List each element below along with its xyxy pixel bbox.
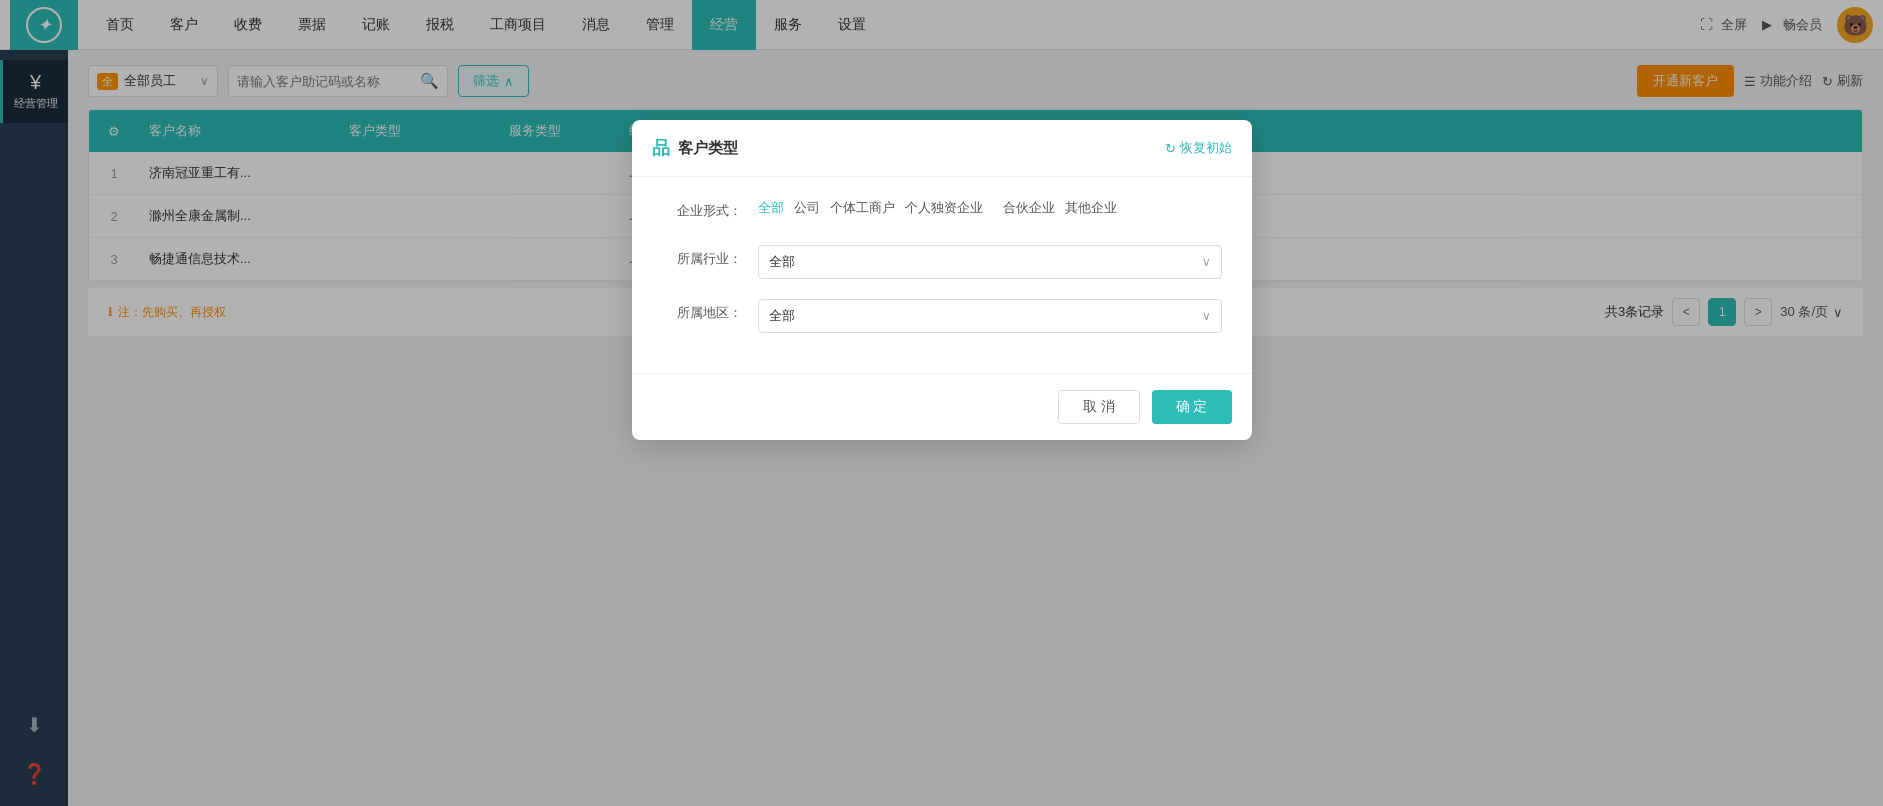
modal-title: 品 客户类型 (652, 136, 738, 160)
enterprise-tag-individual[interactable]: 个体工商户 (830, 197, 895, 219)
cancel-button[interactable]: 取 消 (1058, 390, 1140, 424)
filter-modal: 品 客户类型 ↻ 恢复初始 企业形式： 全部 公司 个体工商户 个人独资企业 (632, 120, 1252, 440)
modal-reset-button[interactable]: ↻ 恢复初始 (1165, 139, 1232, 157)
reset-label: 恢复初始 (1180, 139, 1232, 157)
region-select-arrow: ∨ (1202, 309, 1211, 323)
modal-header: 品 客户类型 ↻ 恢复初始 (632, 120, 1252, 177)
enterprise-tag-group: 全部 公司 个体工商户 个人独资企业 合伙企业 其他企业 (758, 197, 1222, 219)
enterprise-tag-company[interactable]: 公司 (794, 197, 820, 219)
enterprise-form-row: 企业形式： 全部 公司 个体工商户 个人独资企业 合伙企业 其他企业 (662, 197, 1222, 225)
modal-body: 企业形式： 全部 公司 个体工商户 个人独资企业 合伙企业 其他企业 所属行业： (632, 177, 1252, 373)
enterprise-tag-all[interactable]: 全部 (758, 197, 784, 219)
industry-select[interactable]: 全部 ∨ (758, 245, 1222, 279)
enterprise-tag-sole[interactable]: 个人独资企业 (905, 197, 983, 219)
industry-form-value: 全部 ∨ (758, 245, 1222, 279)
enterprise-tag-other[interactable]: 其他企业 (1065, 197, 1117, 219)
region-form-value: 全部 ∨ (758, 299, 1222, 333)
enterprise-form-label: 企业形式： (662, 197, 742, 225)
confirm-button[interactable]: 确 定 (1152, 390, 1232, 424)
industry-form-label: 所属行业： (662, 245, 742, 273)
industry-form-row: 所属行业： 全部 ∨ (662, 245, 1222, 279)
region-select[interactable]: 全部 ∨ (758, 299, 1222, 333)
enterprise-form-value: 全部 公司 个体工商户 个人独资企业 合伙企业 其他企业 (758, 197, 1222, 219)
modal-title-text: 客户类型 (678, 139, 738, 158)
industry-select-value: 全部 (769, 253, 795, 271)
region-form-row: 所属地区： 全部 ∨ (662, 299, 1222, 333)
modal-footer: 取 消 确 定 (632, 373, 1252, 440)
region-form-label: 所属地区： (662, 299, 742, 327)
reset-icon: ↻ (1165, 141, 1176, 156)
modal-title-icon: 品 (652, 136, 670, 160)
industry-select-arrow: ∨ (1202, 255, 1211, 269)
enterprise-tag-partnership[interactable]: 合伙企业 (1003, 197, 1055, 219)
modal-overlay: 品 客户类型 ↻ 恢复初始 企业形式： 全部 公司 个体工商户 个人独资企业 (0, 0, 1883, 806)
region-select-value: 全部 (769, 307, 795, 325)
